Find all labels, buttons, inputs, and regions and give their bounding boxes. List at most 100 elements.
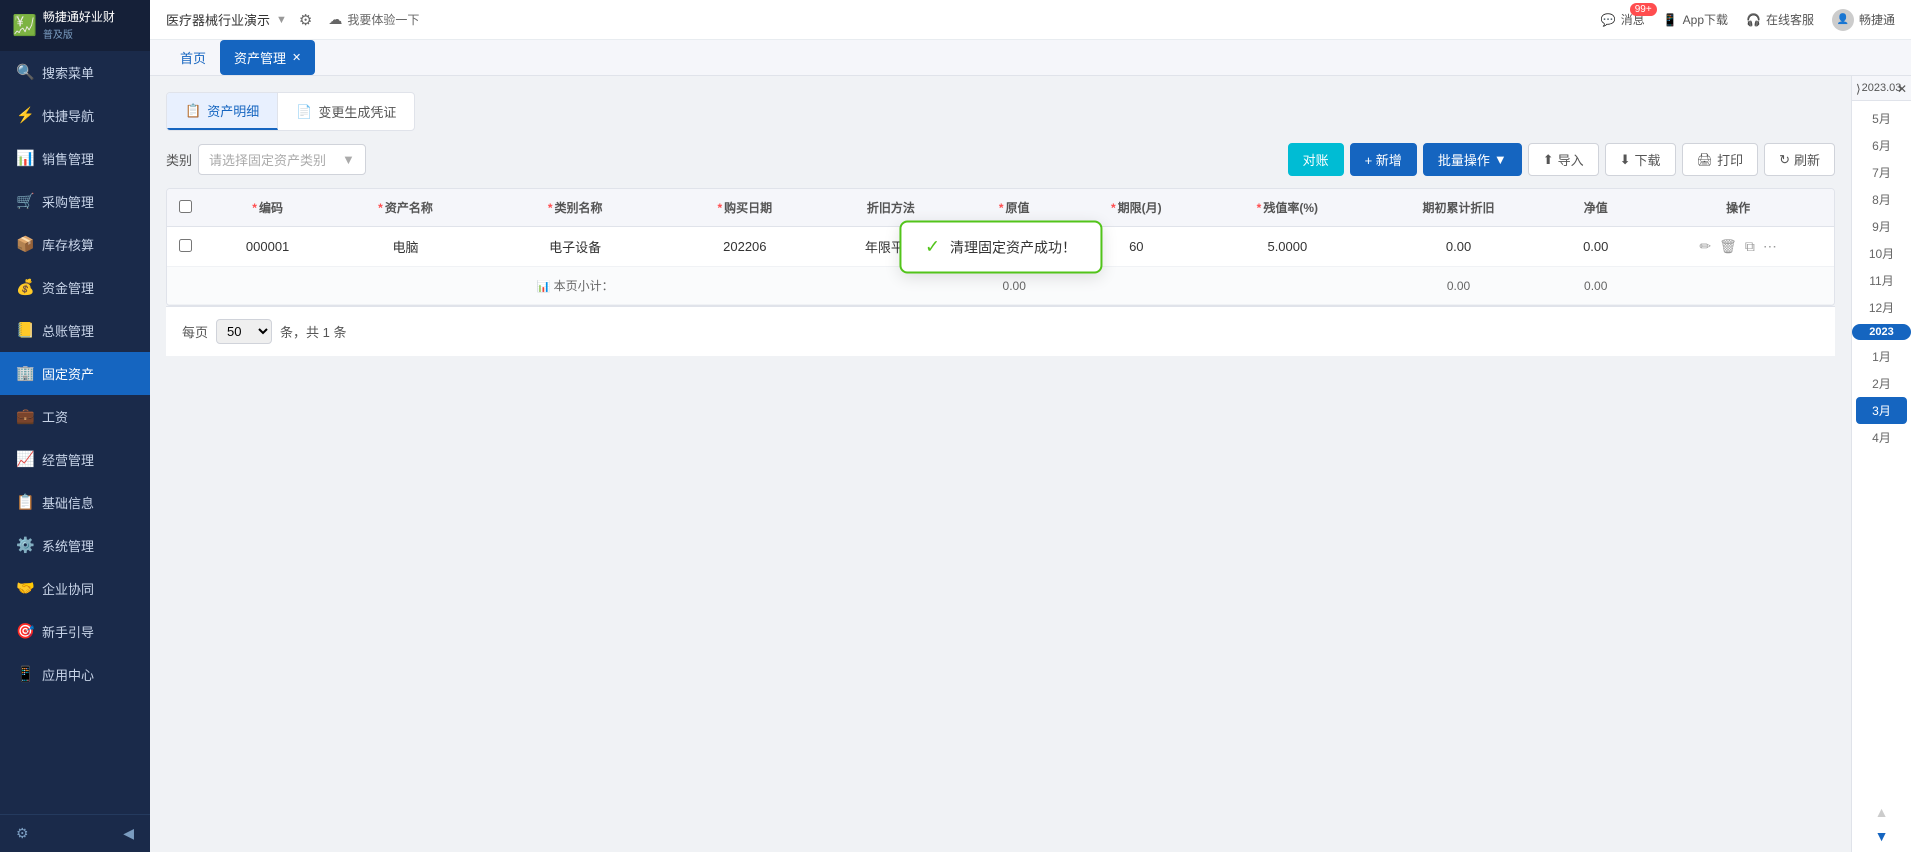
- export-button[interactable]: ⬆ 导入: [1528, 143, 1599, 176]
- category-select[interactable]: 请选择固定资产类别 ▼: [198, 144, 366, 175]
- row-code: 000001: [204, 227, 331, 267]
- batch-ops-button[interactable]: 批量操作 ▼: [1423, 143, 1522, 176]
- sidebar-item-guide[interactable]: 🎯 新手引导: [0, 610, 150, 653]
- timeline-month-12[interactable]: 12月: [1852, 294, 1911, 321]
- experience-button[interactable]: ☁ 我要体验一下: [328, 11, 419, 28]
- th-name: *资产名称: [331, 189, 480, 227]
- gear-icon[interactable]: ⚙: [299, 11, 312, 29]
- messages-icon: 💬: [1601, 13, 1616, 27]
- basicinfo-icon: 📋: [16, 493, 34, 511]
- change-voucher-icon: 📄: [296, 104, 312, 120]
- timeline-month-6[interactable]: 6月: [1852, 132, 1911, 159]
- timeline-header: ⟩ 2023.03 ✕: [1852, 76, 1911, 101]
- sidebar-item-capital[interactable]: 💰 资金管理: [0, 266, 150, 309]
- sidebar-item-fixedasset[interactable]: 🏢 固定资产: [0, 352, 150, 395]
- per-page-select[interactable]: 50 100 200: [216, 319, 272, 344]
- sidebar-item-search[interactable]: 🔍 搜索菜单: [0, 51, 150, 94]
- sidebar-item-cooperation[interactable]: 🤝 企业协同: [0, 567, 150, 610]
- sub-tab-change-voucher[interactable]: 📄 变更生成凭证: [278, 93, 414, 130]
- select-all-checkbox[interactable]: [179, 200, 192, 213]
- tab-asset-mgmt[interactable]: 资产管理 ✕: [220, 40, 315, 75]
- online-service-button[interactable]: 🎧 在线客服: [1746, 11, 1814, 28]
- system-icon: ⚙️: [16, 536, 34, 554]
- sidebar-item-inventory[interactable]: 📦 库存核算: [0, 223, 150, 266]
- sub-tab-asset-detail[interactable]: 📋 资产明细: [167, 93, 278, 130]
- timeline-close-icon[interactable]: ✕: [1897, 82, 1907, 96]
- tab-close-icon[interactable]: ✕: [292, 51, 301, 64]
- sidebar-item-quicknav[interactable]: ⚡ 快捷导航: [0, 94, 150, 137]
- row-checkbox[interactable]: [179, 239, 192, 252]
- tab-home[interactable]: 首页: [166, 40, 220, 75]
- export-icon: ⬆: [1543, 152, 1554, 168]
- copy-icon[interactable]: ⧉: [1745, 238, 1755, 255]
- row-checkbox-cell: [167, 227, 204, 267]
- refresh-button[interactable]: ↻ 刷新: [1764, 143, 1835, 176]
- reconcile-button[interactable]: 对账: [1288, 143, 1344, 176]
- sidebar-item-label: 资金管理: [42, 278, 94, 297]
- fixedasset-icon: 🏢: [16, 364, 34, 382]
- toast-message: 清理固定资产成功！: [950, 237, 1076, 257]
- sidebar-item-system[interactable]: ⚙️ 系统管理: [0, 524, 150, 567]
- asset-table-wrapper: *编码 *资产名称 *类别名称 *购买日期 折旧方法 *原值 *期限(月) *残…: [166, 188, 1835, 306]
- timeline-month-8[interactable]: 8月: [1852, 186, 1911, 213]
- sub-tab-asset-detail-label: 资产明细: [207, 101, 259, 120]
- messages-button[interactable]: 💬 消息 99+: [1601, 11, 1645, 28]
- timeline-month-10[interactable]: 10月: [1852, 240, 1911, 267]
- company-selector[interactable]: 医疗器械行业演示 ▼: [166, 10, 287, 29]
- sidebar-item-label: 固定资产: [42, 364, 94, 383]
- app-download-button[interactable]: 📱 App下载: [1663, 11, 1728, 28]
- sidebar-item-label: 销售管理: [42, 149, 94, 168]
- category-dropdown-arrow: ▼: [342, 152, 355, 167]
- export-label: 导入: [1558, 150, 1584, 169]
- download-icon: ⬇: [1620, 152, 1631, 168]
- appcenter-icon: 📱: [16, 665, 34, 683]
- sidebar-item-label: 经营管理: [42, 450, 94, 469]
- content-area: 📋 资产明细 📄 变更生成凭证 类别 请选择固定资产类别 ▼: [150, 76, 1911, 852]
- sidebar-item-ledger[interactable]: 📒 总账管理: [0, 309, 150, 352]
- logo-icon: 💹: [12, 13, 37, 38]
- app-logo: 💹 畅捷通好业财 普及版: [0, 0, 150, 51]
- th-purchase-date: *购买日期: [671, 189, 820, 227]
- sidebar-item-appcenter[interactable]: 📱 应用中心: [0, 653, 150, 696]
- row-residual-rate: 5.0000: [1207, 227, 1368, 267]
- timeline-month-1[interactable]: 1月: [1852, 343, 1911, 370]
- subtotal-icon: 📊: [537, 281, 551, 293]
- timeline-month-5[interactable]: 5月: [1852, 105, 1911, 132]
- row-initial-depreciation: 0.00: [1368, 227, 1549, 267]
- cloud-icon: ☁: [328, 11, 342, 28]
- settings-icon[interactable]: ⚙: [16, 825, 29, 842]
- print-button[interactable]: 🖨 打印: [1682, 143, 1759, 176]
- delete-icon[interactable]: 🗑: [1719, 238, 1737, 255]
- timeline-month-11[interactable]: 11月: [1852, 267, 1911, 294]
- timeline-month-7[interactable]: 7月: [1852, 159, 1911, 186]
- category-select-label: 请选择固定资产类别: [209, 150, 326, 169]
- sidebar-item-wage[interactable]: 💼 工资: [0, 395, 150, 438]
- per-page-label: 每页: [182, 322, 208, 341]
- timeline-month-4[interactable]: 4月: [1852, 424, 1911, 451]
- timeline-up-icon: ▲: [1871, 800, 1893, 824]
- tabs-bar: 首页 资产管理 ✕: [150, 40, 1911, 76]
- search-icon: 🔍: [16, 63, 34, 81]
- timeline-month-2[interactable]: 2月: [1852, 370, 1911, 397]
- timeline-down-icon[interactable]: ▼: [1871, 824, 1893, 848]
- sidebar-item-sales[interactable]: 📊 销售管理: [0, 137, 150, 180]
- th-checkbox: [167, 189, 204, 227]
- edit-icon[interactable]: ✏: [1699, 238, 1711, 255]
- timeline-month-9[interactable]: 9月: [1852, 213, 1911, 240]
- collapse-icon[interactable]: ◀: [123, 825, 134, 842]
- th-net-value: 净值: [1549, 189, 1642, 227]
- sidebar-bottom: ⚙ ◀: [0, 814, 150, 852]
- download-button[interactable]: ⬇ 下载: [1605, 143, 1676, 176]
- sidebar-item-purchase[interactable]: 🛒 采购管理: [0, 180, 150, 223]
- timeline-month-3-current[interactable]: 3月: [1856, 397, 1907, 424]
- more-icon[interactable]: ⋯: [1763, 238, 1777, 255]
- wage-icon: 💼: [16, 407, 34, 425]
- sidebar-item-label: 系统管理: [42, 536, 94, 555]
- user-menu[interactable]: 👤 畅捷通: [1832, 9, 1895, 31]
- new-button[interactable]: + 新增: [1350, 143, 1417, 176]
- app-download-label: App下载: [1683, 11, 1728, 28]
- print-icon: 🖨: [1697, 152, 1714, 168]
- timeline-collapse-icon[interactable]: ⟩: [1856, 82, 1861, 96]
- sidebar-item-operations[interactable]: 📈 经营管理: [0, 438, 150, 481]
- sidebar-item-basicinfo[interactable]: 📋 基础信息: [0, 481, 150, 524]
